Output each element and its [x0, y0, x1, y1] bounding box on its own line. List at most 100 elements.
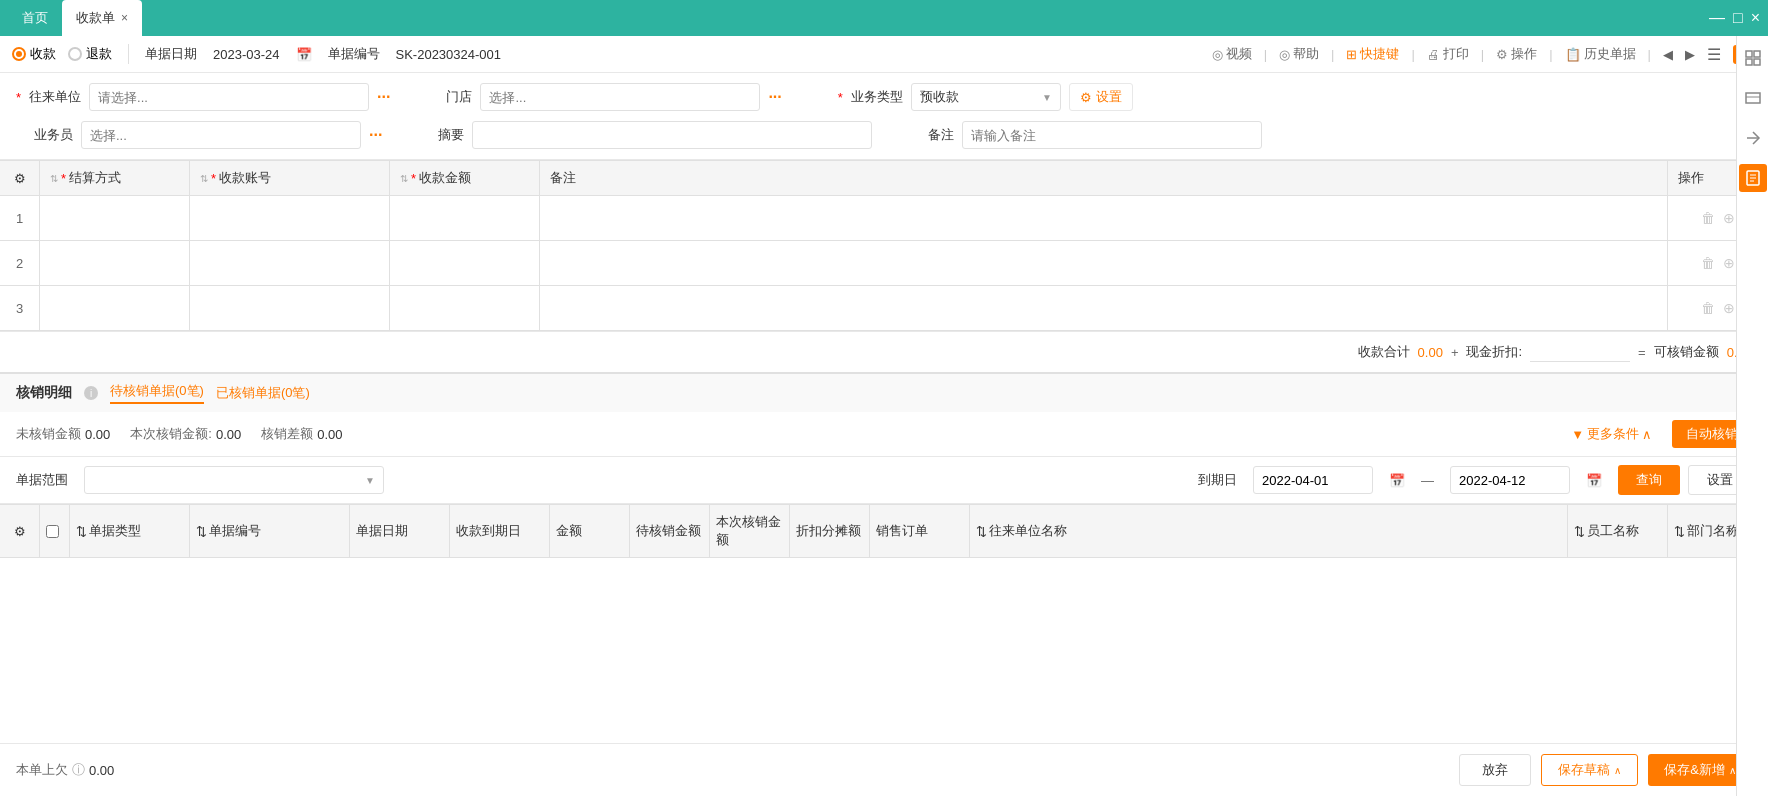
operation-btn[interactable]: ⚙ 操作: [1496, 45, 1537, 63]
calendar-start-icon[interactable]: 📅: [1389, 473, 1405, 488]
td-notes-3[interactable]: [540, 286, 1668, 330]
td-amount-3[interactable]: [390, 286, 540, 330]
td-account-1[interactable]: [190, 196, 390, 240]
copy-icon-1[interactable]: ⊕: [1723, 210, 1735, 226]
print-label: 打印: [1443, 45, 1469, 63]
minimize-icon[interactable]: —: [1709, 9, 1725, 27]
range-label: 单据范围: [16, 471, 68, 489]
calendar-icon[interactable]: 📅: [296, 47, 312, 62]
pending-tab[interactable]: 待核销单据(0笔): [110, 382, 204, 404]
td-amount-2[interactable]: [390, 241, 540, 285]
shortcut-btn[interactable]: ⊞ 快捷键: [1346, 45, 1399, 63]
radio-receipt[interactable]: 收款: [12, 45, 56, 63]
sidebar-icon-3[interactable]: [1739, 124, 1767, 152]
bth-pending: 待核销金额: [630, 505, 710, 557]
menu-icon[interactable]: ☰: [1707, 45, 1721, 64]
store-more-btn[interactable]: ···: [768, 88, 781, 106]
svg-rect-1: [1754, 51, 1760, 57]
radio-refund[interactable]: 退款: [68, 45, 112, 63]
completed-tab[interactable]: 已核销单据(0笔): [216, 384, 310, 402]
verification-info-icon[interactable]: i: [84, 386, 98, 400]
history-btn[interactable]: 📋 历史单据: [1565, 45, 1636, 63]
delete-icon-1[interactable]: 🗑: [1701, 210, 1715, 226]
sidebar-icon-4[interactable]: [1739, 164, 1767, 192]
print-btn[interactable]: 🖨 打印: [1427, 45, 1469, 63]
required-account: *: [211, 171, 216, 186]
summary-input[interactable]: [472, 121, 872, 149]
number-label: 单据编号: [328, 45, 380, 63]
svg-rect-0: [1746, 51, 1752, 57]
query-btn[interactable]: 查询: [1618, 465, 1680, 495]
nav-next-icon[interactable]: ▶: [1685, 47, 1695, 62]
help-btn[interactable]: ◎ 帮助: [1279, 45, 1319, 63]
main-content: 收款 退款 单据日期 2023-03-24 📅 单据编号 SK-20230324…: [0, 36, 1768, 796]
bth-checkbox[interactable]: [40, 505, 70, 557]
tab-close-icon[interactable]: ×: [121, 11, 128, 25]
sidebar-icon-1[interactable]: [1739, 44, 1767, 72]
salesperson-more-btn[interactable]: ···: [369, 126, 382, 144]
bth-due-date-label: 收款到期日: [456, 522, 521, 540]
calendar-end-icon[interactable]: 📅: [1586, 473, 1602, 488]
stat-info-icon[interactable]: ⓘ: [72, 761, 85, 779]
td-settlement-3[interactable]: [40, 286, 190, 330]
more-conditions-btn[interactable]: ▼ 更多条件 ∧: [1571, 425, 1652, 443]
filter-icon: ▼: [1571, 427, 1584, 442]
copy-icon-3[interactable]: ⊕: [1723, 300, 1735, 316]
nav-prev-icon[interactable]: ◀: [1663, 47, 1673, 62]
sort-counterparty: ⇅: [976, 524, 987, 539]
td-account-2[interactable]: [190, 241, 390, 285]
bth-settings-icon: ⚙: [14, 524, 26, 539]
sort-employee: ⇅: [1574, 524, 1585, 539]
notes-input[interactable]: [962, 121, 1262, 149]
tab-receipt[interactable]: 收款单 ×: [62, 0, 142, 36]
counterparty-more-btn[interactable]: ···: [377, 88, 390, 106]
td-notes-2[interactable]: [540, 241, 1668, 285]
radio-receipt-label: 收款: [30, 45, 56, 63]
delete-icon-2[interactable]: 🗑: [1701, 255, 1715, 271]
bth-settings[interactable]: ⚙: [0, 505, 40, 557]
th-settings[interactable]: ⚙: [0, 161, 40, 195]
td-amount-1[interactable]: [390, 196, 540, 240]
tab-home[interactable]: 首页: [8, 0, 62, 36]
header-checkbox[interactable]: [46, 525, 59, 538]
radio-receipt-circle: [12, 47, 26, 61]
unverified-stat: 未核销金额 0.00: [16, 425, 110, 443]
delete-icon-3[interactable]: 🗑: [1701, 300, 1715, 316]
range-select[interactable]: ▼: [84, 466, 384, 494]
salesperson-input[interactable]: [81, 121, 361, 149]
abandon-btn[interactable]: 放弃: [1459, 754, 1531, 786]
bottom-table-header: ⚙ ⇅ 单据类型 ⇅ 单据编号 单据日期 收款到期日 金额 待核销金额 本次核销…: [0, 504, 1768, 558]
bth-type: ⇅ 单据类型: [70, 505, 190, 557]
bth-discount-label: 折扣分摊额: [796, 522, 861, 540]
bottom-stat: 本单上欠 ⓘ 0.00: [16, 761, 114, 779]
td-settlement-1[interactable]: [40, 196, 190, 240]
bottom-actions: 放弃 保存草稿 ∧ 保存&新增 ∧: [1459, 754, 1752, 786]
date-start-input[interactable]: [1253, 466, 1373, 494]
td-account-3[interactable]: [190, 286, 390, 330]
discount-input[interactable]: [1530, 342, 1630, 362]
save-new-chevron: ∧: [1729, 765, 1736, 776]
print-icon: 🖨: [1427, 47, 1440, 62]
maximize-icon[interactable]: □: [1733, 9, 1743, 27]
td-settlement-2[interactable]: [40, 241, 190, 285]
bth-due-date: 收款到期日: [450, 505, 550, 557]
th-settlement: ⇅ * 结算方式: [40, 161, 190, 195]
video-btn[interactable]: ◎ 视频: [1212, 45, 1252, 63]
help-label: 帮助: [1293, 45, 1319, 63]
copy-icon-2[interactable]: ⊕: [1723, 255, 1735, 271]
store-input[interactable]: [480, 83, 760, 111]
save-draft-btn[interactable]: 保存草稿 ∧: [1541, 754, 1638, 786]
date-end-input[interactable]: [1450, 466, 1570, 494]
td-notes-1[interactable]: [540, 196, 1668, 240]
unverified-label: 未核销金额: [16, 425, 81, 443]
close-icon[interactable]: ×: [1751, 9, 1760, 27]
right-sidebar: [1736, 36, 1768, 796]
settings-button[interactable]: ⚙ 设置: [1069, 83, 1133, 111]
sidebar-icon-2[interactable]: [1739, 84, 1767, 112]
form-area: * 往来单位 ··· 门店 ··· * 业务类型 预收款 ▼ ⚙ 设置 业务员: [0, 73, 1768, 160]
td-num-3: 3: [0, 286, 40, 330]
filter-actions: 查询 设置: [1618, 465, 1752, 495]
business-type-select[interactable]: 预收款 ▼: [911, 83, 1061, 111]
counterparty-input[interactable]: [89, 83, 369, 111]
available-label: 可核销金额: [1654, 343, 1719, 361]
